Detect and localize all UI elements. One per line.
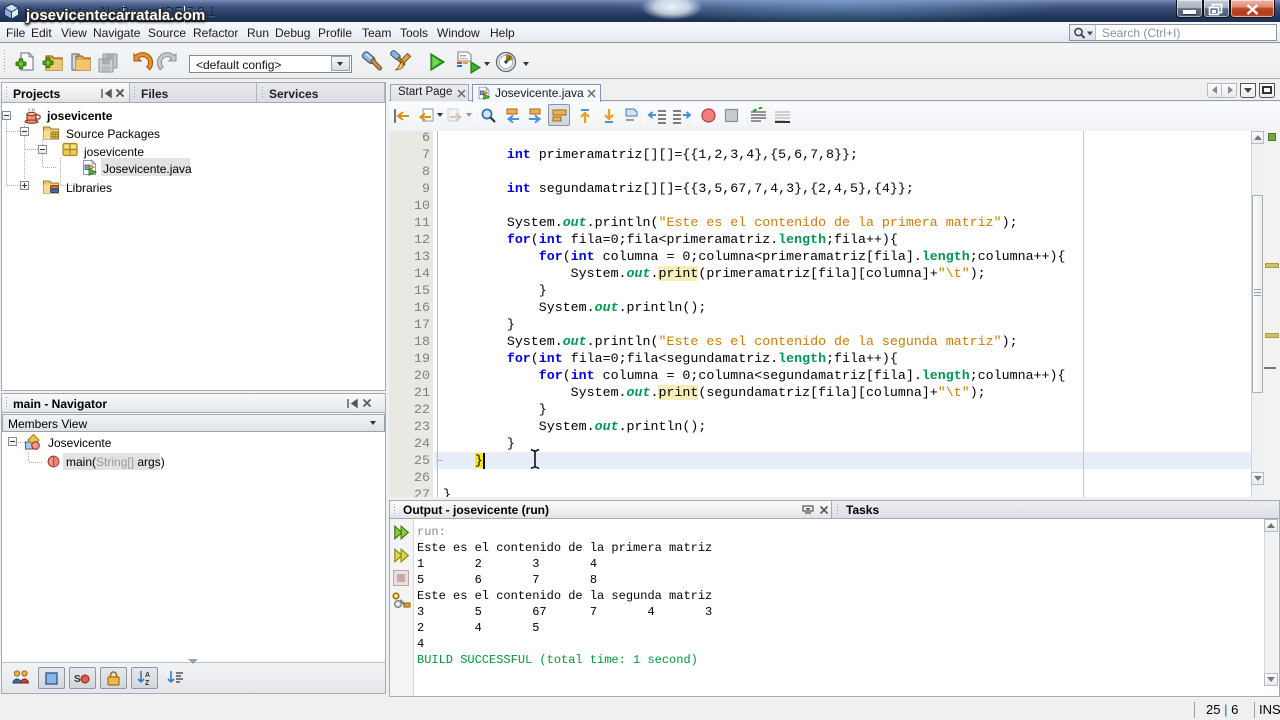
svg-text:Z: Z — [145, 680, 150, 686]
svg-text:A: A — [145, 672, 150, 679]
svg-text:S: S — [74, 674, 81, 685]
